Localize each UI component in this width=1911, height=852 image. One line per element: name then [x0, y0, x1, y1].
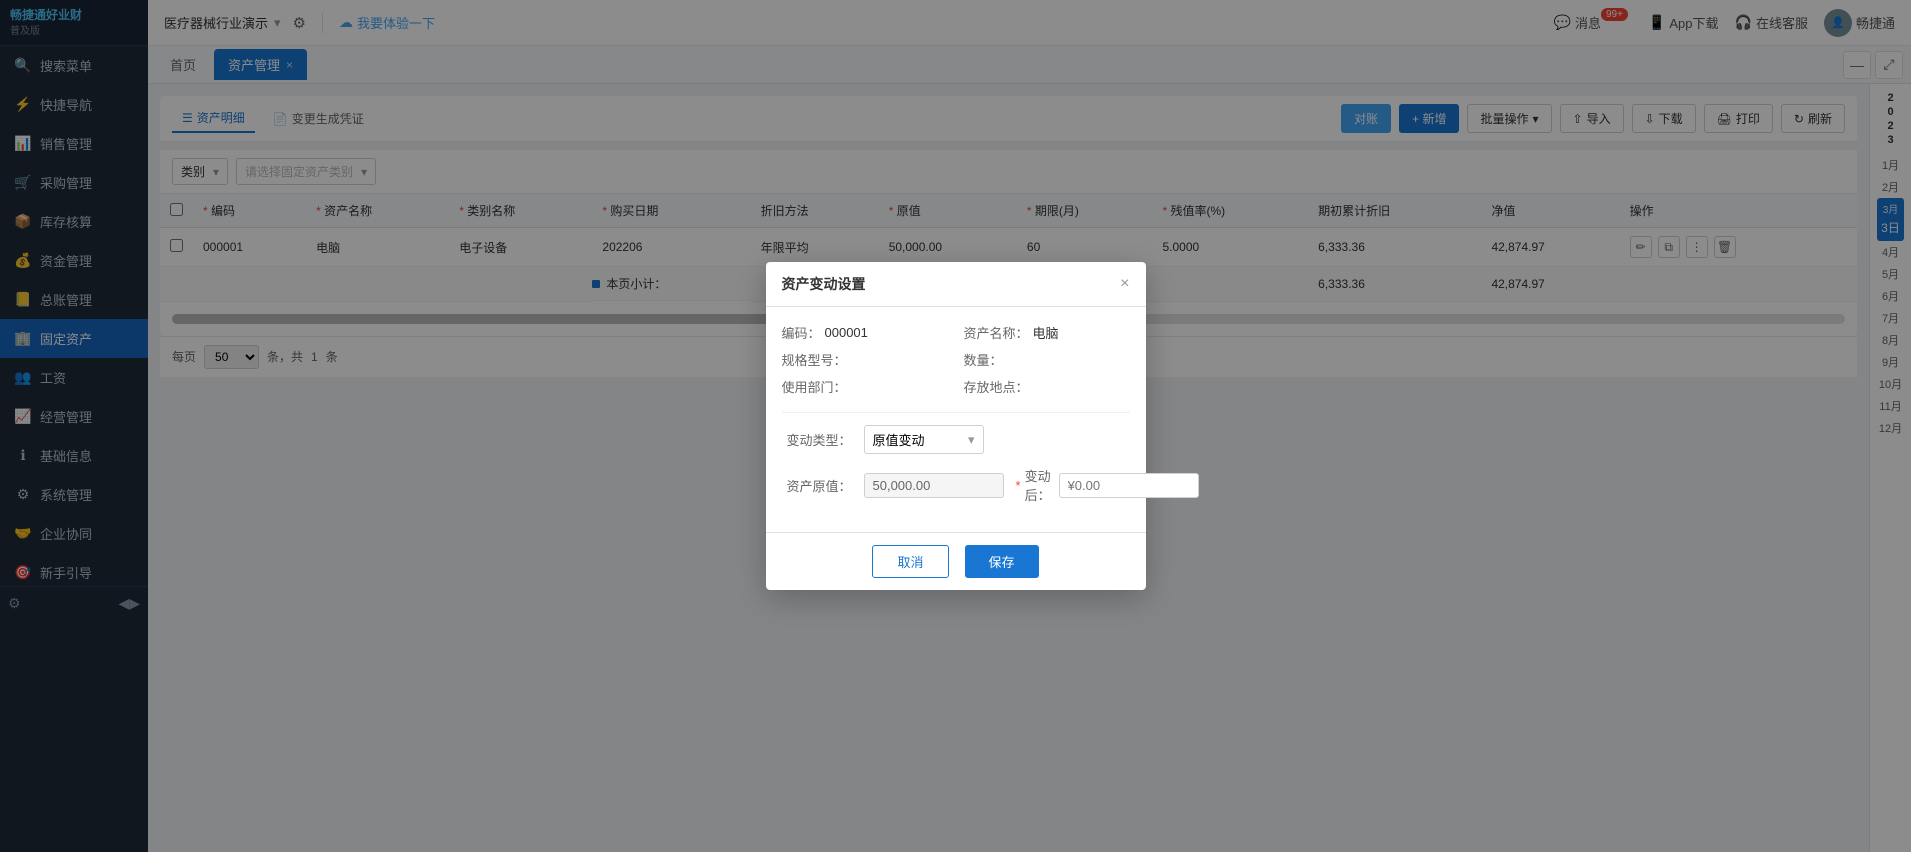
- department-label: 使用部门：: [782, 377, 847, 396]
- change-type-label: 变动类型：: [782, 430, 852, 449]
- dialog-department-field: 使用部门：: [782, 377, 948, 396]
- dialog-title: 资产变动设置: [782, 274, 866, 294]
- after-change-input[interactable]: [1059, 473, 1199, 498]
- code-value: 000001: [825, 325, 868, 340]
- dialog-footer: 取消 保存: [766, 532, 1146, 590]
- asset-name-value: 电脑: [1033, 323, 1059, 342]
- dialog-body: 编码： 000001 资产名称： 电脑 规格型号： 数量： 使用部门：: [766, 307, 1146, 532]
- change-type-row: 变动类型： 原值变动 ▾: [782, 425, 1130, 454]
- dialog-divider: [782, 412, 1130, 413]
- spec-label: 规格型号：: [782, 350, 847, 369]
- cancel-button[interactable]: 取消: [872, 545, 948, 578]
- quantity-label: 数量：: [964, 350, 1003, 369]
- dialog-code-field: 编码： 000001: [782, 323, 948, 342]
- original-value-input: [864, 473, 1004, 498]
- dialog-header: 资产变动设置 ×: [766, 262, 1146, 307]
- save-button[interactable]: 保存: [965, 545, 1039, 578]
- required-star: *: [1016, 478, 1021, 493]
- dialog-quantity-field: 数量：: [964, 350, 1130, 369]
- dialog-asset-name-field: 资产名称： 电脑: [964, 323, 1130, 342]
- dialog-spec-field: 规格型号：: [782, 350, 948, 369]
- after-change-wrapper: * 变动后：: [1016, 466, 1199, 504]
- dialog-close-btn[interactable]: ×: [1120, 275, 1129, 293]
- asset-change-dialog: 资产变动设置 × 编码： 000001 资产名称： 电脑 规格型号： 数量：: [766, 262, 1146, 590]
- dialog-info-grid: 编码： 000001 资产名称： 电脑 规格型号： 数量： 使用部门：: [782, 323, 1130, 396]
- code-label: 编码：: [782, 323, 821, 342]
- original-value-label: 资产原值：: [782, 476, 852, 495]
- change-type-value: 原值变动: [873, 430, 925, 449]
- change-type-chevron: ▾: [968, 432, 975, 448]
- asset-name-label: 资产名称：: [964, 323, 1029, 342]
- change-type-select[interactable]: 原值变动 ▾: [864, 425, 984, 454]
- after-change-label: 变动后：: [1025, 466, 1051, 504]
- original-value-row: 资产原值： * 变动后：: [782, 466, 1130, 504]
- location-label: 存放地点：: [964, 377, 1029, 396]
- dialog-location-field: 存放地点：: [964, 377, 1130, 396]
- modal-overlay: 资产变动设置 × 编码： 000001 资产名称： 电脑 规格型号： 数量：: [0, 0, 1911, 852]
